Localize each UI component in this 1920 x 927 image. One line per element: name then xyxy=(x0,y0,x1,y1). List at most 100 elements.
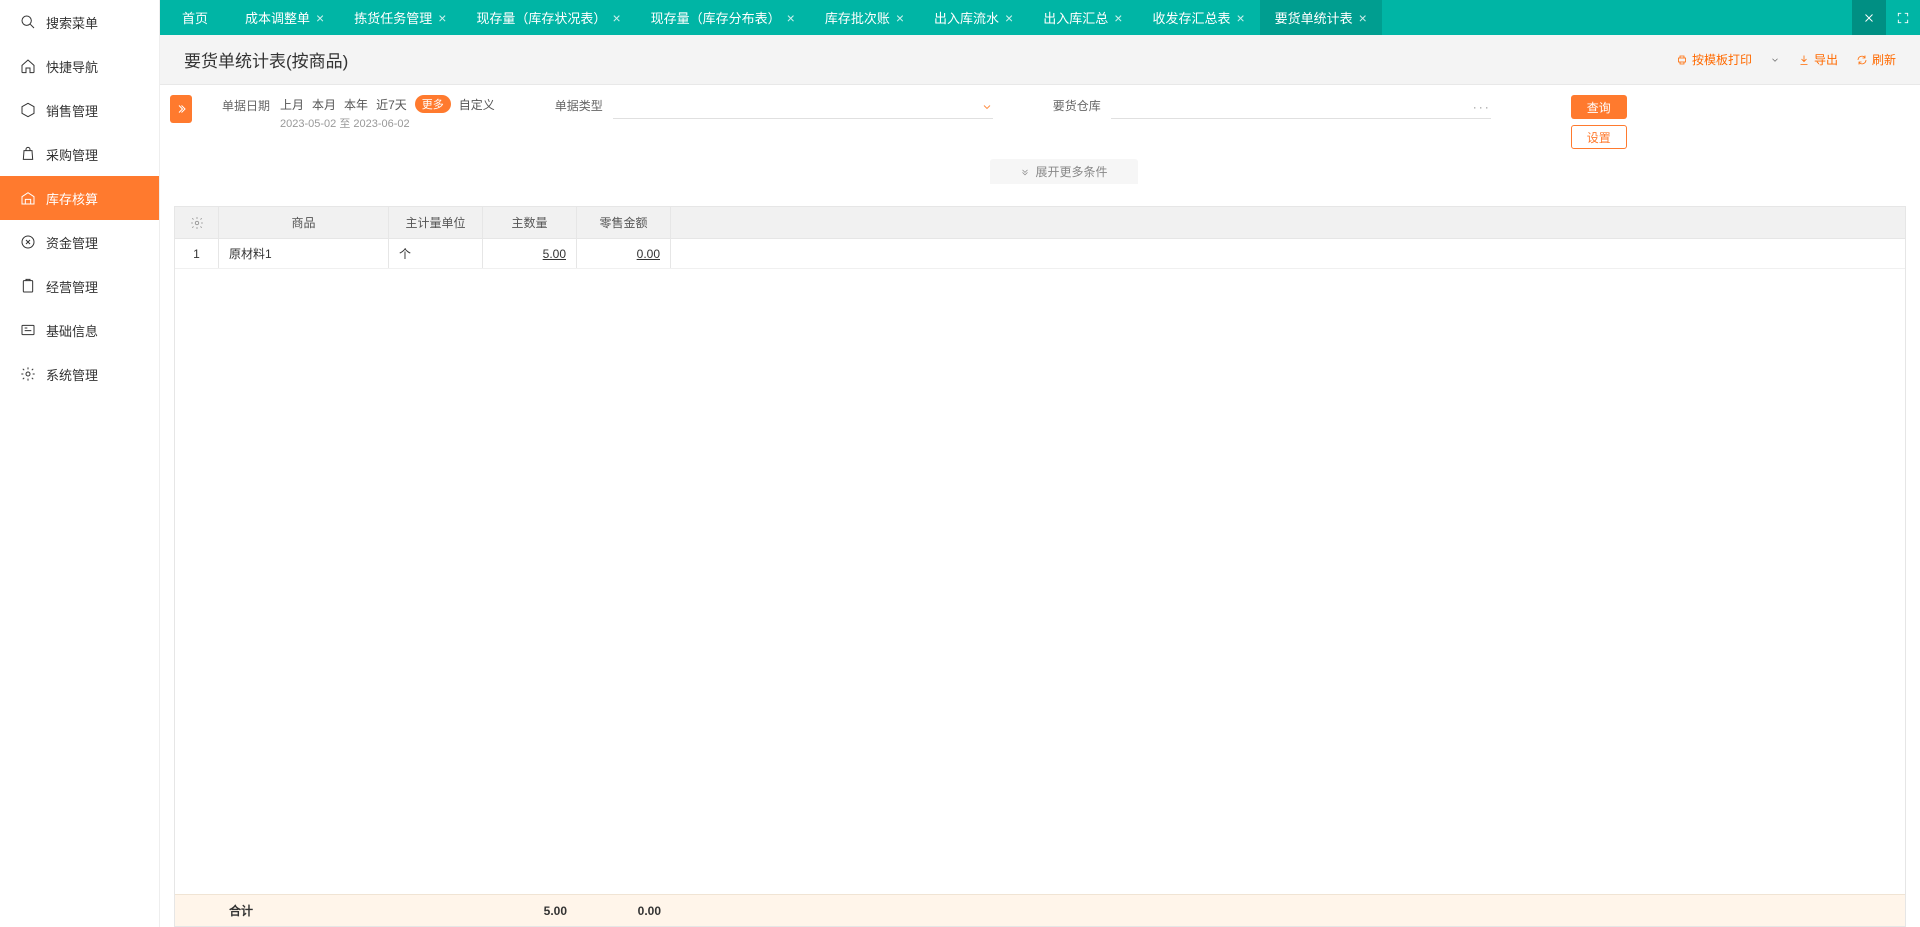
date-seven-days[interactable]: 近7天 xyxy=(376,96,407,113)
close-icon[interactable]: × xyxy=(1359,11,1367,25)
footer-amount: 0.00 xyxy=(577,895,671,926)
cell-spacer xyxy=(671,239,1905,268)
tab-stock-status[interactable]: 现存量（库存状况表）× xyxy=(461,0,635,35)
date-range-text: 2023-05-02 至 2023-06-02 xyxy=(280,115,495,131)
sidebar-item-inventory[interactable]: 库存核算 xyxy=(0,176,159,220)
tag-icon xyxy=(20,102,36,118)
th-qty[interactable]: 主数量 xyxy=(483,207,577,238)
filter-type-label: 单据类型 xyxy=(555,95,603,117)
ellipsis-icon: ··· xyxy=(1473,100,1491,114)
sidebar-item-label: 快捷导航 xyxy=(46,57,98,76)
sidebar-item-sales[interactable]: 销售管理 xyxy=(0,88,159,132)
page-header: 要货单统计表(按商品) 按模板打印 导出 刷新 xyxy=(160,35,1920,85)
sidebar-item-label: 系统管理 xyxy=(46,365,98,384)
th-unit[interactable]: 主计量单位 xyxy=(389,207,483,238)
print-button[interactable]: 按模板打印 xyxy=(1676,51,1752,68)
sidebar-search-label: 搜索菜单 xyxy=(46,13,98,32)
sidebar-item-label: 基础信息 xyxy=(46,321,98,340)
close-icon[interactable]: × xyxy=(316,11,324,25)
sidebar-item-baseinfo[interactable]: 基础信息 xyxy=(0,308,159,352)
tab-receive-sum[interactable]: 收发存汇总表 × xyxy=(1137,0,1259,35)
tab-label: 首页 xyxy=(182,8,208,27)
sidebar: 搜索菜单 快捷导航 销售管理 采购管理 库存核算 资金管理 经营管理 基础信息 xyxy=(0,0,160,927)
close-icon[interactable]: × xyxy=(1005,11,1013,25)
date-custom[interactable]: 自定义 xyxy=(459,96,495,113)
filter-bar: 单据日期 上月 本月 本年 近7天 更多 自定义 2023-05-02 至 20… xyxy=(160,85,1920,184)
tab-home[interactable]: 首页 xyxy=(160,0,230,35)
expand-filters-button[interactable]: 展开更多条件 xyxy=(990,159,1137,184)
filter-collapse-button[interactable] xyxy=(170,95,192,123)
cell-amount[interactable]: 0.00 xyxy=(577,239,671,268)
clipboard-icon xyxy=(20,278,36,294)
cell-product: 原材料1 xyxy=(219,239,389,268)
tabs-right xyxy=(1852,0,1920,35)
page-actions: 按模板打印 导出 刷新 xyxy=(1676,51,1896,68)
date-more[interactable]: 更多 xyxy=(415,95,451,113)
table-footer: 合计 5.00 0.00 xyxy=(175,894,1905,926)
fullscreen-button[interactable] xyxy=(1886,0,1920,35)
close-icon[interactable]: × xyxy=(896,11,904,25)
settings-button[interactable]: 设置 xyxy=(1571,125,1627,149)
th-amount[interactable]: 零售金额 xyxy=(577,207,671,238)
page-title: 要货单统计表(按商品) xyxy=(184,47,348,72)
filter-warehouse-input[interactable]: ··· xyxy=(1111,95,1491,119)
table-settings-button[interactable] xyxy=(175,207,219,238)
sidebar-item-label: 销售管理 xyxy=(46,101,98,120)
table-container: 商品 主计量单位 主数量 零售金额 1 原材料1 个 5.00 0.00 xyxy=(174,206,1906,927)
filter-date-label: 单据日期 xyxy=(222,95,270,117)
date-last-month[interactable]: 上月 xyxy=(280,96,304,113)
sidebar-item-label: 经营管理 xyxy=(46,277,98,296)
filter-type: 单据类型 xyxy=(555,95,993,119)
close-icon[interactable]: × xyxy=(438,11,446,25)
filter-date: 单据日期 上月 本月 本年 近7天 更多 自定义 2023-05-02 至 20… xyxy=(222,95,495,131)
table-row[interactable]: 1 原材料1 个 5.00 0.00 xyxy=(175,239,1905,269)
tab-stock-dist[interactable]: 现存量（库存分布表）× xyxy=(636,0,810,35)
tab-label: 出入库汇总 xyxy=(1043,8,1108,27)
sidebar-item-label: 库存核算 xyxy=(46,189,98,208)
tab-label: 要货单统计表 xyxy=(1275,8,1353,27)
tab-label: 库存批次账 xyxy=(825,8,890,27)
sidebar-item-label: 采购管理 xyxy=(46,145,98,164)
bag-icon xyxy=(20,146,36,162)
close-icon[interactable]: × xyxy=(612,11,620,25)
card-icon xyxy=(20,322,36,338)
sidebar-item-finance[interactable]: 资金管理 xyxy=(0,220,159,264)
tab-cost-adjust[interactable]: 成本调整单× xyxy=(230,0,339,35)
row-index: 1 xyxy=(175,239,219,268)
filter-buttons: 查询 设置 xyxy=(1571,95,1627,149)
tab-bar: 首页 成本调整单× 拣货任务管理× 现存量（库存状况表）× 现存量（库存分布表）… xyxy=(160,0,1920,35)
tab-demand-report[interactable]: 要货单统计表 × xyxy=(1260,0,1382,35)
export-button[interactable]: 导出 xyxy=(1798,51,1838,68)
expand-label: 展开更多条件 xyxy=(1035,163,1107,180)
table-header: 商品 主计量单位 主数量 零售金额 xyxy=(175,207,1905,239)
print-label: 按模板打印 xyxy=(1692,51,1752,68)
sidebar-item-quicknav[interactable]: 快捷导航 xyxy=(0,44,159,88)
tab-batch[interactable]: 库存批次账 × xyxy=(810,0,919,35)
refresh-label: 刷新 xyxy=(1872,51,1896,68)
query-button[interactable]: 查询 xyxy=(1571,95,1627,119)
tab-inout-flow[interactable]: 出入库流水 × xyxy=(919,0,1028,35)
close-all-button[interactable] xyxy=(1852,0,1886,35)
close-icon[interactable]: × xyxy=(787,11,795,25)
cell-qty[interactable]: 5.00 xyxy=(483,239,577,268)
footer-label: 合计 xyxy=(219,895,389,926)
filter-warehouse: 要货仓库 ··· xyxy=(1053,95,1491,119)
sidebar-item-business[interactable]: 经营管理 xyxy=(0,264,159,308)
date-this-year[interactable]: 本年 xyxy=(344,96,368,113)
close-icon[interactable]: × xyxy=(1114,11,1122,25)
close-icon[interactable]: × xyxy=(1236,11,1244,25)
sidebar-search[interactable]: 搜索菜单 xyxy=(0,0,159,44)
print-dropdown[interactable] xyxy=(1770,55,1780,65)
warehouse-icon xyxy=(20,190,36,206)
tab-inout-sum[interactable]: 出入库汇总 × xyxy=(1028,0,1137,35)
th-product[interactable]: 商品 xyxy=(219,207,389,238)
sidebar-item-system[interactable]: 系统管理 xyxy=(0,352,159,396)
data-table: 商品 主计量单位 主数量 零售金额 1 原材料1 个 5.00 0.00 xyxy=(174,206,1906,927)
filter-type-select[interactable] xyxy=(613,95,993,119)
sidebar-item-purchase[interactable]: 采购管理 xyxy=(0,132,159,176)
tab-label: 收发存汇总表 xyxy=(1152,8,1230,27)
refresh-button[interactable]: 刷新 xyxy=(1856,51,1896,68)
date-this-month[interactable]: 本月 xyxy=(312,96,336,113)
tab-label: 出入库流水 xyxy=(934,8,999,27)
tab-picking[interactable]: 拣货任务管理× xyxy=(339,0,461,35)
